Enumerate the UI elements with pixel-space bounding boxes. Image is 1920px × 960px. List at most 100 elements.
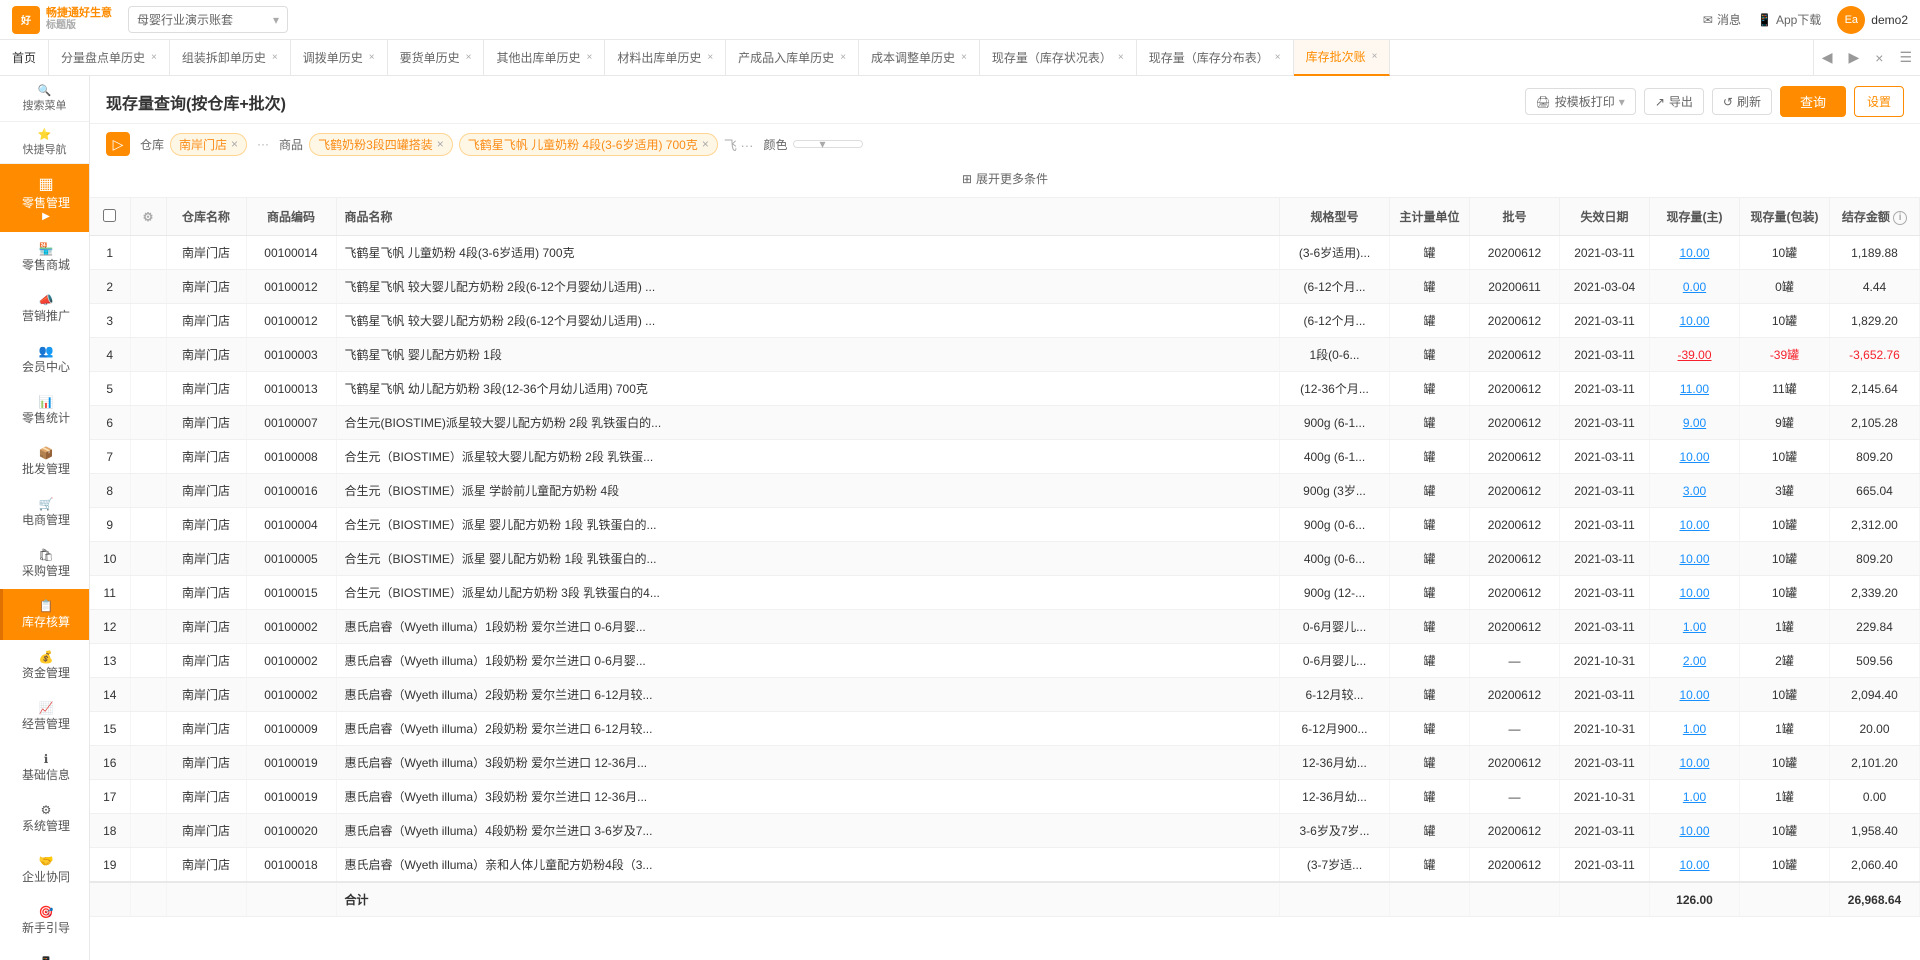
cell-stock-main[interactable]: 2.00 [1650,644,1740,678]
balance-info-icon[interactable]: i [1893,211,1907,225]
th-spec: 规格型号 [1280,198,1390,236]
sidebar-item-wholesale[interactable]: 📦批发管理 [0,436,89,487]
print-button[interactable]: 🖨 按模板打印 ▾ [1525,88,1636,115]
sidebar-item-retail-shop[interactable]: 🏪零售商城 [0,232,89,283]
user-area[interactable]: Ea demo2 [1837,6,1908,34]
sidebar-item-finance[interactable]: 💰资金管理 [0,640,89,691]
cell-stock-main[interactable]: 10.00 [1650,814,1740,848]
tab-xiancun2[interactable]: 现存量（库存分布表） × [1137,40,1294,76]
tab-close-icon[interactable]: × [707,52,713,63]
cell-stock-main[interactable]: 1.00 [1650,712,1740,746]
sidebar-item-inventory[interactable]: 📋库存核算 [0,589,89,640]
cell-stock-main[interactable]: 10.00 [1650,236,1740,270]
product-tag-close-icon[interactable]: × [437,137,444,151]
sidebar-item-guide[interactable]: 🎯新手引导 [0,895,89,946]
cell-stock-main[interactable]: 10.00 [1650,746,1740,780]
cell-stock-main[interactable]: 3.00 [1650,474,1740,508]
color-input[interactable] [793,140,863,148]
cell-expire: 2021-03-04 [1560,270,1650,304]
stats-icon: 📊 [39,395,54,409]
sidebar-item-member[interactable]: 👥会员中心 [0,334,89,385]
sidebar-item-system[interactable]: ⚙系统管理 [0,793,89,844]
cell-stock-main[interactable]: 1.00 [1650,610,1740,644]
tab-xiancun1[interactable]: 现存量（库存状况表） × [980,40,1137,76]
expand-more-button[interactable]: ⊞ 展开更多条件 [962,170,1048,187]
footer-empty [1470,882,1560,917]
sidebar-item-apps[interactable]: 📱应用中心 [0,946,89,960]
tab-pici[interactable]: 库存批次账 × [1294,40,1391,76]
tab-close-icon[interactable]: × [1372,51,1378,62]
sidebar-quick-nav[interactable]: ⭐ 快捷导航 [0,122,89,164]
cell-stock-main[interactable]: 10.00 [1650,508,1740,542]
tab-close-icon[interactable]: × [961,52,967,63]
cell-stock-main[interactable]: 9.00 [1650,406,1740,440]
cell-stock-main[interactable]: 11.00 [1650,372,1740,406]
tab-close-icon[interactable]: × [586,52,592,63]
store-selector[interactable]: 母婴行业演示账套 ▾ [128,6,288,33]
tab-close-icon[interactable]: × [1118,52,1124,63]
cell-stock-main[interactable]: 10.00 [1650,678,1740,712]
page-header: 现存量查询(按仓库+批次) 🖨 按模板打印 ▾ ↗ 导出 ↺ 刷新 [90,76,1920,124]
tab-fenpan[interactable]: 分量盘点单历史 × [49,40,170,76]
product-tag-2[interactable]: 飞鹤星飞帆 儿童奶粉 4段(3-6岁适用) 700克 × [459,133,718,156]
settings-button[interactable]: 设置 [1854,86,1904,117]
cell-stock-main[interactable]: 10.00 [1650,576,1740,610]
tab-diaobo[interactable]: 调拨单历史 × [291,40,388,76]
tab-close-icon[interactable]: × [466,52,472,63]
sidebar-item-operations[interactable]: 📈经营管理 [0,691,89,742]
tab-home[interactable]: 首页 [0,40,49,76]
tab-close-icon[interactable]: × [369,52,375,63]
cell-stock-pkg: 3罐 [1740,474,1830,508]
tab-zuzhuang[interactable]: 组装拆卸单历史 × [170,40,291,76]
tab-chengben[interactable]: 成本调整单历史 × [859,40,980,76]
warehouse-tag[interactable]: 南岸门店 × [170,133,247,156]
product-tag-overflow[interactable]: 飞 ··· [724,135,754,154]
tab-menu-button[interactable]: ☰ [1891,49,1920,66]
app-download-button[interactable]: 📱 App下载 [1757,11,1821,28]
tab-yaohuo[interactable]: 要货单历史 × [388,40,485,76]
warehouse-more-dots[interactable]: ··· [257,137,269,151]
refresh-button[interactable]: ↺ 刷新 [1712,88,1772,115]
cell-stock-main[interactable]: 10.00 [1650,304,1740,338]
th-name-label: 商品名称 [345,210,393,224]
sidebar-item-purchase[interactable]: 🛍采购管理 [0,538,89,589]
cell-stock-main[interactable]: -39.00 [1650,338,1740,372]
tab-cailiao[interactable]: 材料出库单历史 × [605,40,726,76]
column-settings-icon[interactable]: ⚙ [143,210,154,224]
export-button[interactable]: ↗ 导出 [1644,88,1704,115]
tab-prev-button[interactable]: ◀ [1814,49,1841,66]
cell-stock-main[interactable]: 1.00 [1650,780,1740,814]
product-tag-1[interactable]: 飞鹤奶粉3段四罐搭装 × [309,133,453,156]
cell-stock-main[interactable]: 0.00 [1650,270,1740,304]
sidebar-item-retail-mgmt[interactable]: ▦ 零售管理 ▶ [0,164,89,232]
tab-close-icon[interactable]: × [1275,52,1281,63]
tab-close-icon[interactable]: × [151,52,157,63]
sidebar-item-retail-stats[interactable]: 📊零售统计 [0,385,89,436]
tab-qitachu[interactable]: 其他出库单历史 × [484,40,605,76]
sidebar-item-marketing[interactable]: 📣营销推广 [0,283,89,334]
table-body: 1 南岸门店 00100014 飞鹤星飞帆 儿童奶粉 4段(3-6岁适用) 70… [90,236,1920,917]
sidebar-search[interactable]: 🔍 搜索菜单 [0,76,89,122]
tab-close-icon[interactable]: × [272,52,278,63]
tab-chancheng[interactable]: 产成品入库单历史 × [726,40,859,76]
warehouse-tag-close-icon[interactable]: × [231,137,238,151]
message-button[interactable]: ✉ 消息 [1703,11,1741,28]
select-all-checkbox[interactable] [103,209,116,222]
cell-stock-main[interactable]: 10.00 [1650,440,1740,474]
main-layout: 🔍 搜索菜单 ⭐ 快捷导航 ▦ 零售管理 ▶ 🏪零售商城 📣营销推广 👥会员中心… [0,76,1920,960]
cell-unit: 罐 [1390,236,1470,270]
tab-next-button[interactable]: ▶ [1840,49,1867,66]
cell-stock-main[interactable]: 10.00 [1650,848,1740,883]
product-tag-close-icon[interactable]: × [702,137,709,151]
tab-close-all-button[interactable]: × [1867,50,1891,66]
expand-filter-button[interactable]: ▷ [106,132,130,156]
cell-batch: 20200612 [1470,746,1560,780]
query-button[interactable]: 查询 [1780,86,1846,117]
sidebar-item-collab[interactable]: 🤝企业协同 [0,844,89,895]
cell-stock-main[interactable]: 10.00 [1650,542,1740,576]
sidebar-item-ecommerce[interactable]: 🛒电商管理 [0,487,89,538]
cell-row-settings [130,814,166,848]
sidebar-item-basic[interactable]: ℹ基础信息 [0,742,89,793]
cell-batch: 20200612 [1470,610,1560,644]
tab-close-icon[interactable]: × [840,52,846,63]
